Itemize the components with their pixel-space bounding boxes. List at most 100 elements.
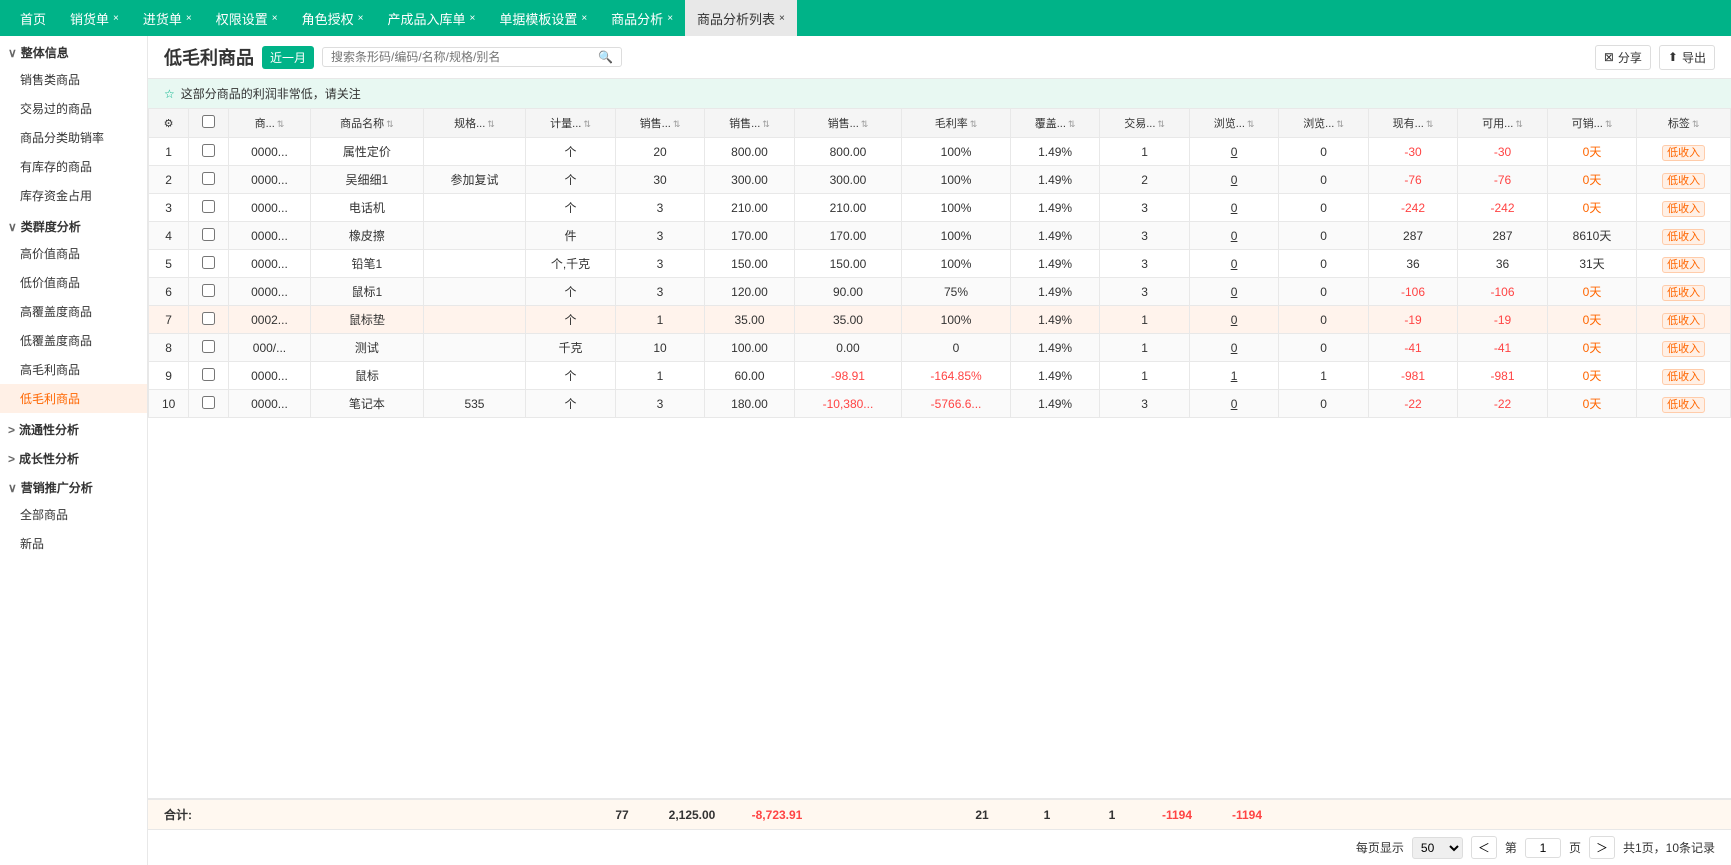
browse1-link-6[interactable]: 0 [1231,313,1238,327]
cell-checkbox-2[interactable] [189,194,229,222]
browse1-link-4[interactable]: 0 [1231,257,1238,271]
row-checkbox-6[interactable] [202,312,215,325]
cell-checkbox-1[interactable] [189,166,229,194]
sidebar-group-4[interactable]: ∨营销推广分析 [0,471,147,500]
share-btn[interactable]: ⊠ 分享 [1595,45,1651,70]
col-tag[interactable]: 标签⇅ [1637,109,1731,138]
sidebar-item-1-1[interactable]: 低价值商品 [0,268,147,297]
browse1-link-7[interactable]: 0 [1231,341,1238,355]
browse1-link-0[interactable]: 0 [1231,145,1238,159]
col-code[interactable]: 商...⇅ [228,109,310,138]
col-spec[interactable]: 规格...⇅ [423,109,526,138]
row-checkbox-5[interactable] [202,284,215,297]
col-available[interactable]: 可用...⇅ [1458,109,1547,138]
browse1-link-5[interactable]: 0 [1231,285,1238,299]
col-check[interactable] [189,109,229,138]
col-sales-qty[interactable]: 销售...⇅ [615,109,704,138]
nav-close-角色授权[interactable]: × [358,13,364,24]
cell-checkbox-9[interactable] [189,390,229,418]
cell-checkbox-8[interactable] [189,362,229,390]
cell-browse1-0[interactable]: 0 [1189,138,1278,166]
date-filter-btn[interactable]: 近一月 [262,46,314,69]
search-input[interactable] [331,50,598,64]
col-settings[interactable]: ⚙ [149,109,189,138]
sidebar-item-1-5[interactable]: 低毛利商品 [0,384,147,413]
sidebar-item-0-2[interactable]: 商品分类助销率 [0,123,147,152]
cell-browse1-7[interactable]: 0 [1189,334,1278,362]
cell-browse1-1[interactable]: 0 [1189,166,1278,194]
row-checkbox-2[interactable] [202,200,215,213]
col-unit[interactable]: 计量...⇅ [526,109,615,138]
col-sales-amt[interactable]: 销售...⇅ [705,109,794,138]
nav-item-商品分析[interactable]: 商品分析× [599,0,685,36]
per-page-select[interactable]: 50 20 100 [1412,837,1463,859]
browse1-link-8[interactable]: 1 [1231,369,1238,383]
col-gross-rate[interactable]: 毛利率⇅ [902,109,1011,138]
col-name[interactable]: 商品名称⇅ [311,109,424,138]
cell-browse1-8[interactable]: 1 [1189,362,1278,390]
sidebar-item-1-3[interactable]: 低覆盖度商品 [0,326,147,355]
cell-browse1-9[interactable]: 0 [1189,390,1278,418]
sidebar-item-1-4[interactable]: 高毛利商品 [0,355,147,384]
sidebar-item-0-3[interactable]: 有库存的商品 [0,152,147,181]
col-sales-profit[interactable]: 销售...⇅ [794,109,901,138]
row-checkbox-4[interactable] [202,256,215,269]
sidebar-item-1-2[interactable]: 高覆盖度商品 [0,297,147,326]
page-number-input[interactable] [1525,838,1561,858]
sidebar-group-1[interactable]: ∨类群度分析 [0,210,147,239]
next-page-btn[interactable]: ＞ [1589,836,1615,859]
col-browse1[interactable]: 浏览...⇅ [1189,109,1278,138]
nav-close-产成品入库单[interactable]: × [469,13,475,24]
nav-close-单据模板设置[interactable]: × [581,13,587,24]
cell-browse1-4[interactable]: 0 [1189,250,1278,278]
col-trade[interactable]: 交易...⇅ [1100,109,1189,138]
nav-item-单据模板设置[interactable]: 单据模板设置× [487,0,599,36]
search-icon[interactable]: 🔍 [598,50,613,64]
cell-browse1-6[interactable]: 0 [1189,306,1278,334]
browse1-link-9[interactable]: 0 [1231,397,1238,411]
col-current[interactable]: 现有...⇅ [1368,109,1457,138]
row-checkbox-9[interactable] [202,396,215,409]
col-browse2[interactable]: 浏览...⇅ [1279,109,1368,138]
col-saleable[interactable]: 可销...⇅ [1547,109,1636,138]
select-all-checkbox[interactable] [202,115,215,128]
sidebar-item-0-1[interactable]: 交易过的商品 [0,94,147,123]
row-checkbox-1[interactable] [202,172,215,185]
sidebar-group-0[interactable]: ∨整体信息 [0,36,147,65]
sidebar-item-0-0[interactable]: 销售类商品 [0,65,147,94]
browse1-link-3[interactable]: 0 [1231,229,1238,243]
cell-checkbox-0[interactable] [189,138,229,166]
cell-checkbox-5[interactable] [189,278,229,306]
sidebar-group-2[interactable]: >流通性分析 [0,413,147,442]
nav-item-权限设置[interactable]: 权限设置× [204,0,290,36]
cell-checkbox-3[interactable] [189,222,229,250]
nav-item-产成品入库单[interactable]: 产成品入库单× [375,0,487,36]
sidebar-item-0-4[interactable]: 库存资金占用 [0,181,147,210]
nav-item-销货单[interactable]: 销货单× [58,0,131,36]
cell-checkbox-4[interactable] [189,250,229,278]
row-checkbox-3[interactable] [202,228,215,241]
prev-page-btn[interactable]: ＜ [1471,836,1497,859]
row-checkbox-7[interactable] [202,340,215,353]
nav-item-首页[interactable]: 首页 [8,0,58,36]
export-btn[interactable]: ⬆ 导出 [1659,45,1715,70]
nav-item-进货单[interactable]: 进货单× [131,0,204,36]
nav-item-角色授权[interactable]: 角色授权× [290,0,376,36]
sidebar-item-4-1[interactable]: 新品 [0,529,147,558]
cell-checkbox-6[interactable] [189,306,229,334]
sidebar-item-4-0[interactable]: 全部商品 [0,500,147,529]
col-coverage[interactable]: 覆盖...⇅ [1010,109,1099,138]
nav-close-权限设置[interactable]: × [272,13,278,24]
browse1-link-1[interactable]: 0 [1231,173,1238,187]
nav-close-进货单[interactable]: × [186,13,192,24]
browse1-link-2[interactable]: 0 [1231,201,1238,215]
nav-close-商品分析列表[interactable]: × [779,13,785,24]
sidebar-group-3[interactable]: >成长性分析 [0,442,147,471]
cell-browse1-5[interactable]: 0 [1189,278,1278,306]
cell-browse1-2[interactable]: 0 [1189,194,1278,222]
cell-checkbox-7[interactable] [189,334,229,362]
row-checkbox-0[interactable] [202,144,215,157]
sidebar-item-1-0[interactable]: 高价值商品 [0,239,147,268]
cell-browse1-3[interactable]: 0 [1189,222,1278,250]
nav-close-销货单[interactable]: × [113,13,119,24]
